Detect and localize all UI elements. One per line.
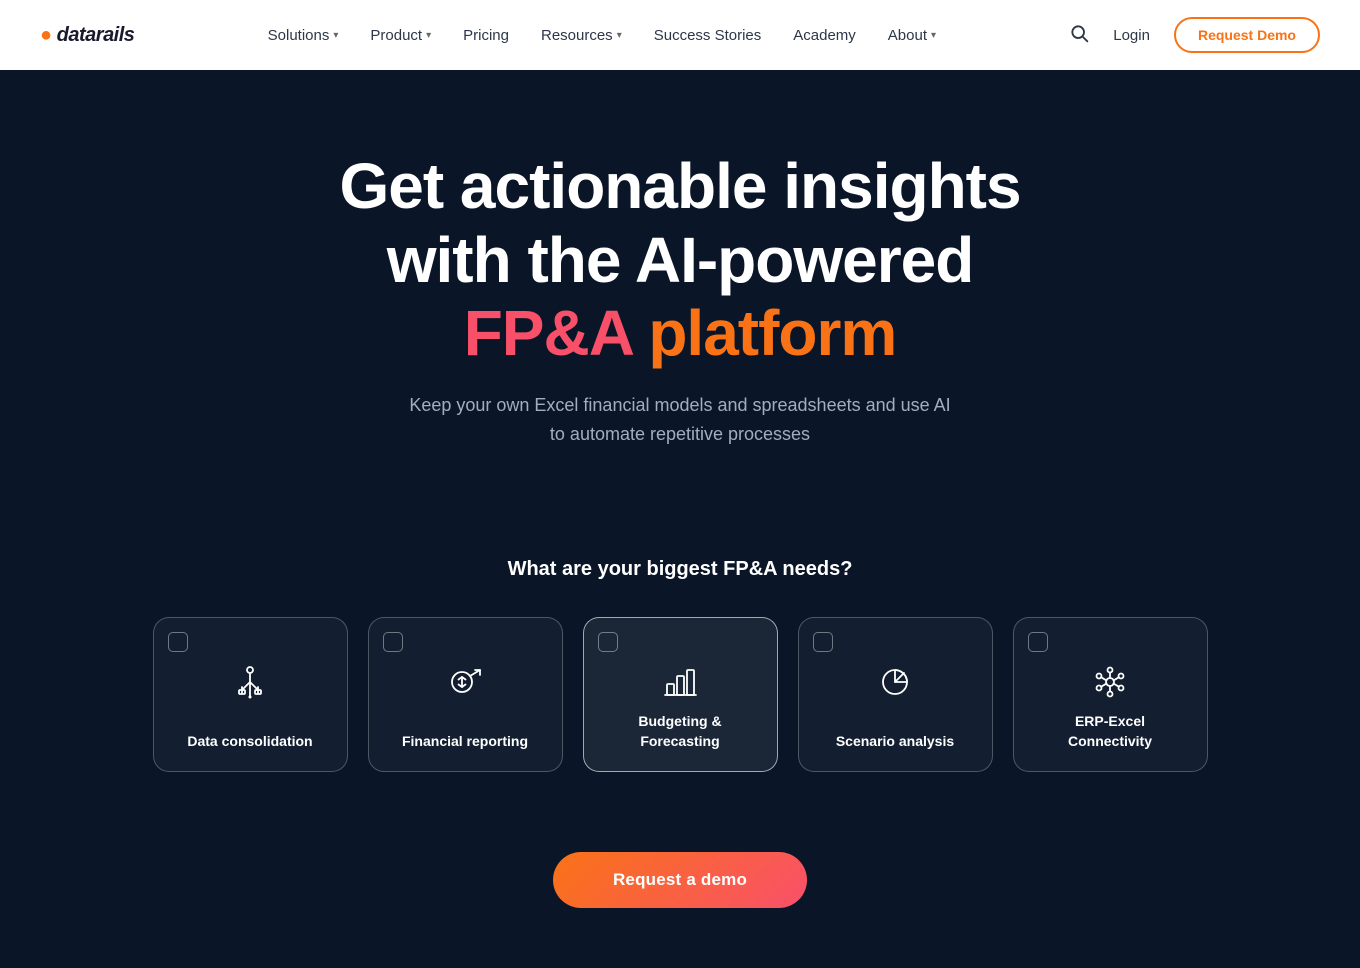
request-demo-cta-button[interactable]: Request a demo (553, 852, 807, 908)
card-checkbox (1028, 632, 1048, 652)
card-scenario-analysis[interactable]: Scenario analysis (798, 617, 993, 772)
chevron-down-icon: ▾ (617, 30, 622, 41)
nav-item-product[interactable]: Product ▾ (370, 27, 431, 44)
logo-text: ● datarails (40, 24, 134, 47)
nav-item-solutions[interactable]: Solutions ▾ (268, 27, 339, 44)
logo[interactable]: ● datarails (40, 24, 134, 47)
nav-link-product[interactable]: Product ▾ (370, 27, 431, 44)
card-label: ERP-ExcelConnectivity (1030, 712, 1191, 751)
card-checkbox (168, 632, 188, 652)
cta-section: Request a demo (0, 832, 1360, 968)
nav-item-pricing[interactable]: Pricing (463, 27, 509, 44)
chevron-down-icon: ▾ (333, 30, 338, 41)
nav-link-resources[interactable]: Resources ▾ (541, 27, 622, 44)
search-button[interactable] (1069, 23, 1089, 48)
pie-chart-icon (875, 662, 915, 702)
nav-link-solutions[interactable]: Solutions ▾ (268, 27, 339, 44)
navbar: ● datarails Solutions ▾ Product ▾ Pricin… (0, 0, 1360, 70)
nav-menu: Solutions ▾ Product ▾ Pricing Resources … (268, 27, 936, 44)
hero-section: Get actionable insights with the AI-powe… (0, 70, 1360, 508)
network-icon (1090, 662, 1130, 702)
card-label: Scenario analysis (815, 732, 976, 752)
nav-item-about[interactable]: About ▾ (888, 27, 936, 44)
fpa-needs-section: What are your biggest FP&A needs? Data c… (0, 508, 1360, 832)
nav-link-pricing[interactable]: Pricing (463, 27, 509, 44)
bar-chart-icon (660, 662, 700, 702)
hero-subtitle: Keep your own Excel financial models and… (40, 391, 1320, 449)
request-demo-nav-button[interactable]: Request Demo (1174, 17, 1320, 53)
chevron-down-icon: ▾ (931, 30, 936, 41)
fpa-cards-row: Data consolidation Financial reporting (40, 617, 1320, 772)
card-financial-reporting[interactable]: Financial reporting (368, 617, 563, 772)
card-erp-excel[interactable]: ERP-ExcelConnectivity (1013, 617, 1208, 772)
navbar-right: Login Request Demo (1069, 17, 1320, 53)
login-button[interactable]: Login (1113, 27, 1150, 44)
card-data-consolidation[interactable]: Data consolidation (153, 617, 348, 772)
nav-item-resources[interactable]: Resources ▾ (541, 27, 622, 44)
nav-link-academy[interactable]: Academy (793, 27, 856, 44)
usb-icon (230, 662, 270, 702)
card-checkbox (598, 632, 618, 652)
chevron-down-icon: ▾ (426, 30, 431, 41)
card-budgeting-forecasting[interactable]: Budgeting &Forecasting (583, 617, 778, 772)
nav-item-academy[interactable]: Academy (793, 27, 856, 44)
hero-title: Get actionable insights with the AI-powe… (40, 150, 1320, 371)
card-label: Budgeting &Forecasting (600, 712, 761, 751)
nav-link-about[interactable]: About ▾ (888, 27, 936, 44)
dollar-chart-icon (445, 662, 485, 702)
nav-link-success-stories[interactable]: Success Stories (654, 27, 762, 44)
card-label: Data consolidation (170, 732, 331, 752)
card-label: Financial reporting (385, 732, 546, 752)
card-checkbox (383, 632, 403, 652)
card-checkbox (813, 632, 833, 652)
hero-highlight: FP&A (464, 297, 649, 369)
nav-item-success-stories[interactable]: Success Stories (654, 27, 762, 44)
search-icon (1069, 23, 1089, 43)
cards-section-title: What are your biggest FP&A needs? (40, 558, 1320, 581)
